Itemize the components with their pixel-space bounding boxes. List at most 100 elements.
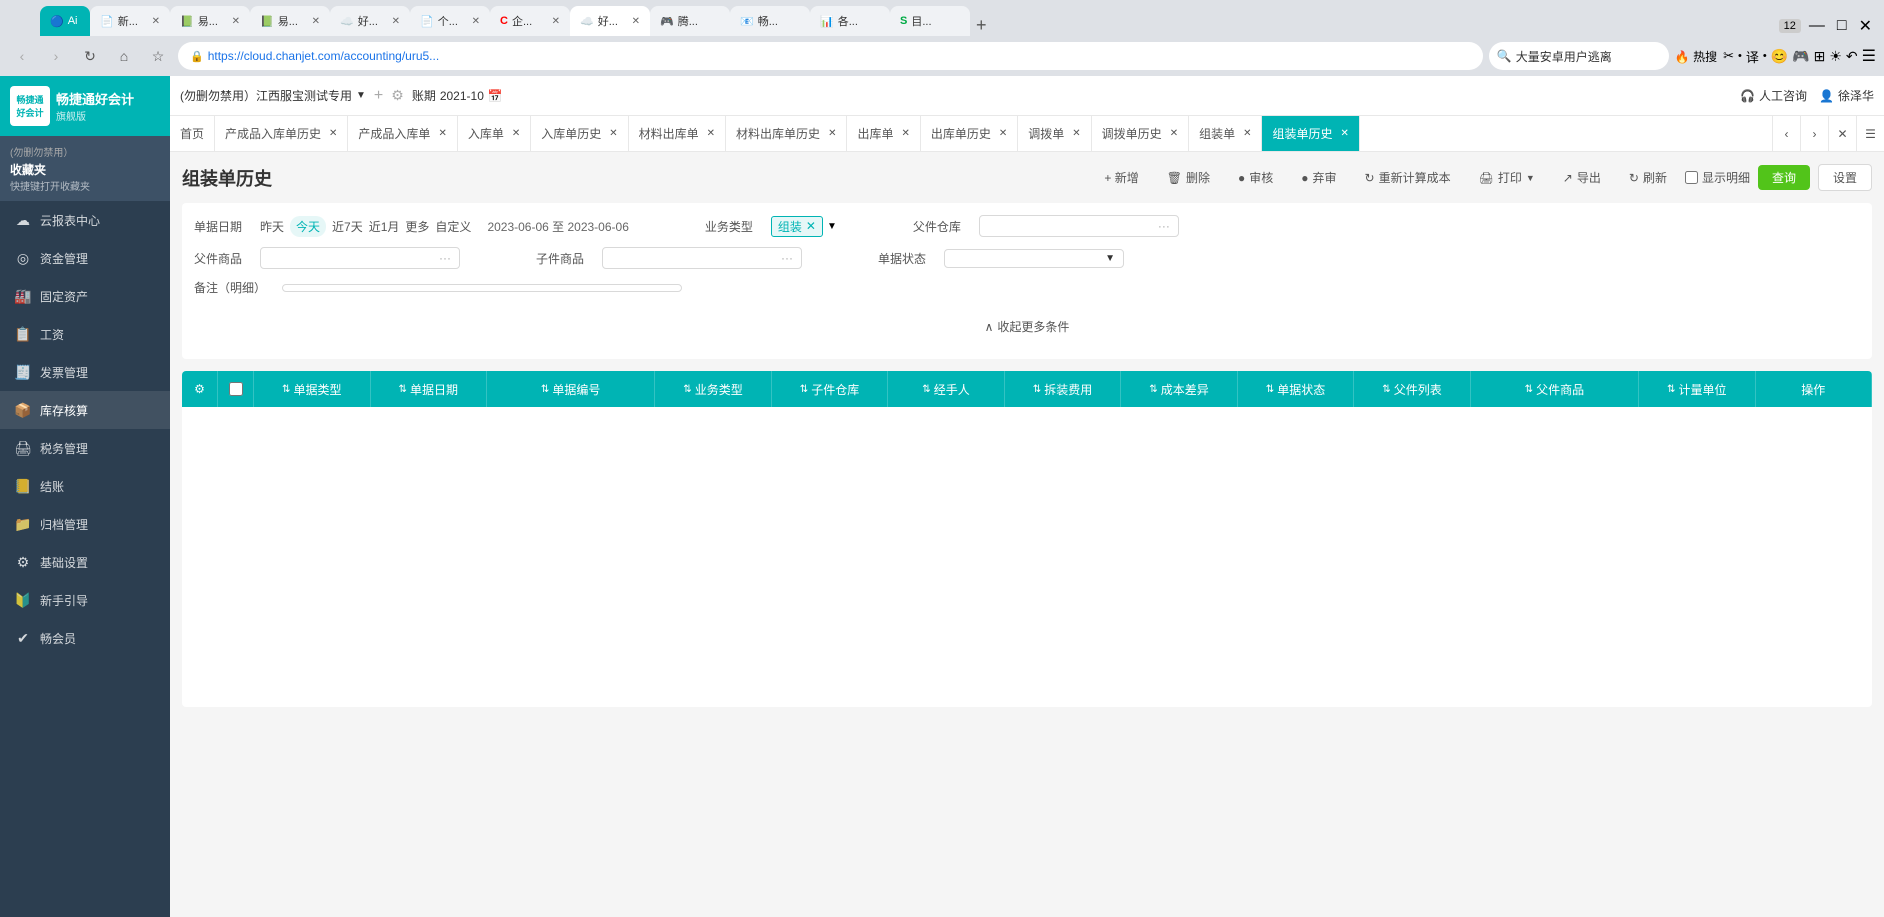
show-detail-checkbox[interactable]: 显示明细 (1685, 169, 1750, 186)
company-selector[interactable]: (勿删勿禁用）江西服宝测试专用 ▼ (180, 87, 366, 104)
th-order-date[interactable]: ⇅ 单据日期 (371, 371, 488, 407)
sidebar-item-inventory[interactable]: 📦 库存核算 (0, 391, 170, 429)
parent-warehouse-input[interactable]: ··· (979, 215, 1179, 237)
bookmark-button[interactable]: ☆ (144, 42, 172, 70)
browser-maximize-icon[interactable]: □ (1833, 17, 1851, 35)
undo-icon[interactable]: ↶ (1846, 48, 1858, 65)
nav-tab-in[interactable]: 入库单 ✕ (458, 116, 531, 152)
nav-tab-production-in[interactable]: 产成品入库单 ✕ (348, 116, 457, 152)
game-icon[interactable]: 🎮 (1792, 48, 1809, 65)
add-company-button[interactable]: + (374, 87, 383, 105)
collapse-button[interactable]: ∧ 收起更多条件 (985, 312, 1070, 341)
nav-tabs-close-btn[interactable]: ✕ (1828, 116, 1856, 152)
select-all-checkbox[interactable] (229, 382, 243, 396)
nav-tab-assemble[interactable]: 组装单 ✕ (1189, 116, 1262, 152)
sidebar-item-salary[interactable]: 📋 工资 (0, 315, 170, 353)
nav-tab-transfer-history[interactable]: 调拨单历史 ✕ (1092, 116, 1189, 152)
business-type-dropdown-icon[interactable]: ▼ (827, 221, 837, 232)
browser-tab-2[interactable]: 📄 新... ✕ (90, 6, 170, 36)
search-bar[interactable]: 🔍 大量安卓用户逃离 (1489, 42, 1669, 70)
browser-close-icon[interactable]: ✕ (1855, 16, 1876, 36)
browser-tab-10[interactable]: 📧 畅... (730, 6, 810, 36)
order-status-input[interactable]: ▼ (944, 249, 1124, 268)
nav-tab-close[interactable]: ✕ (1170, 128, 1178, 139)
refresh-page-button[interactable]: ↻ 刷新 (1619, 165, 1677, 190)
nav-tab-close[interactable]: ✕ (329, 128, 337, 139)
sidebar-item-archive[interactable]: 📁 归档管理 (0, 505, 170, 543)
export-button[interactable]: ↗ 导出 (1553, 165, 1611, 190)
browser-tab-9[interactable]: 🎮 腾... (650, 6, 730, 36)
th-child-warehouse[interactable]: ⇅ 子件仓库 (772, 371, 889, 407)
user-info[interactable]: 👤 徐泽华 (1819, 87, 1874, 104)
more-icon[interactable]: ··· (1158, 219, 1170, 233)
sidebar-item-invoice[interactable]: 🧾 发票管理 (0, 353, 170, 391)
address-input[interactable]: 🔒 https://cloud.chanjet.com/accounting/u… (178, 42, 1483, 70)
nav-tab-close[interactable]: ✕ (828, 128, 836, 139)
emoji-icon[interactable]: 😊 (1771, 48, 1788, 65)
browser-tab-7[interactable]: C 企... ✕ (490, 6, 570, 36)
th-checkbox[interactable] (218, 371, 254, 407)
date-shortcut-more[interactable]: 更多 (405, 218, 429, 235)
settings-gear-icon[interactable]: ⚙ (391, 87, 404, 104)
nav-tab-assemble-history[interactable]: 组装单历史 ✕ (1262, 116, 1359, 152)
nav-tab-close[interactable]: ✕ (1243, 128, 1251, 139)
child-goods-input[interactable]: ··· (602, 247, 802, 269)
nav-tab-out-history[interactable]: 出库单历史 ✕ (921, 116, 1018, 152)
sidebar-item-basic-settings[interactable]: ⚙ 基础设置 (0, 543, 170, 581)
sidebar-item-fixed-assets[interactable]: 🏭 固定资产 (0, 277, 170, 315)
menu-icon[interactable]: ☰ (1862, 46, 1876, 66)
th-parent-goods[interactable]: ⇅ 父件商品 (1471, 371, 1639, 407)
sun-icon[interactable]: ☀ (1829, 48, 1842, 65)
sidebar-item-fund[interactable]: ◎ 资金管理 (0, 239, 170, 277)
sidebar-item-tax[interactable]: 🖨 税务管理 (0, 429, 170, 467)
nav-tab-material-out[interactable]: 材料出库单 ✕ (629, 116, 726, 152)
th-unit[interactable]: ⇅ 计量单位 (1639, 371, 1756, 407)
nav-tabs-menu-btn[interactable]: ☰ (1856, 116, 1884, 152)
nav-tab-in-history[interactable]: 入库单历史 ✕ (531, 116, 628, 152)
print-button[interactable]: 🖨 打印 ▼ (1469, 165, 1545, 190)
nav-tab-production-in-history[interactable]: 产成品入库单历史 ✕ (215, 116, 348, 152)
nav-tabs-left-btn[interactable]: ‹ (1772, 116, 1800, 152)
th-cost-diff[interactable]: ⇅ 成本差异 (1121, 371, 1238, 407)
th-business-type[interactable]: ⇅ 业务类型 (655, 371, 772, 407)
nav-tab-close[interactable]: ✕ (512, 128, 520, 139)
date-shortcut-yesterday[interactable]: 昨天 (260, 218, 284, 235)
business-type-close[interactable]: ✕ (806, 219, 816, 233)
nav-tab-close[interactable]: ✕ (609, 128, 617, 139)
browser-tab-6[interactable]: 📄 个... ✕ (410, 6, 490, 36)
period-selector[interactable]: 账期 2021-10 📅 (412, 87, 503, 104)
query-button[interactable]: 查询 (1758, 165, 1810, 190)
order-status-dropdown-icon[interactable]: ▼ (1105, 253, 1115, 264)
abandon-button[interactable]: ● 弃审 (1291, 165, 1346, 190)
new-button[interactable]: + 新增 (1094, 165, 1148, 190)
forward-button[interactable]: › (42, 42, 70, 70)
browser-tab-1[interactable]: 🔵 Ai (40, 6, 90, 36)
nav-tab-transfer[interactable]: 调拨单 ✕ (1018, 116, 1091, 152)
nav-tab-close[interactable]: ✕ (901, 128, 909, 139)
sidebar-item-settlement[interactable]: 📒 结账 (0, 467, 170, 505)
th-disassembly-cost[interactable]: ⇅ 拆装费用 (1005, 371, 1122, 407)
browser-tab-11[interactable]: 📊 各... (810, 6, 890, 36)
show-detail-input[interactable] (1685, 171, 1698, 184)
sidebar-item-membership[interactable]: ✔ 畅会员 (0, 619, 170, 657)
translate-icon[interactable]: 译 (1746, 47, 1759, 66)
parent-goods-input[interactable]: ··· (260, 247, 460, 269)
sidebar-favorites[interactable]: (勿删勿禁用） 收藏夹 快捷键打开收藏夹 (0, 136, 170, 201)
service-button[interactable]: 🎧 人工咨询 (1740, 87, 1807, 104)
delete-button[interactable]: 🗑 删除 (1157, 165, 1220, 190)
nav-tab-close[interactable]: ✕ (707, 128, 715, 139)
hot-search-label[interactable]: 🔥 热搜 (1675, 48, 1717, 65)
nav-tab-close[interactable]: ✕ (1072, 128, 1080, 139)
sidebar-item-cloud-report[interactable]: ☁ 云报表中心 (0, 201, 170, 239)
nav-tab-close[interactable]: ✕ (1341, 128, 1349, 139)
child-goods-more-icon[interactable]: ··· (781, 251, 793, 265)
nav-tab-close[interactable]: ✕ (438, 128, 446, 139)
th-parent-list[interactable]: ⇅ 父件列表 (1354, 371, 1471, 407)
browser-tab-5[interactable]: ☁️ 好... ✕ (330, 6, 410, 36)
scissors-icon[interactable]: ✂ (1723, 48, 1734, 64)
th-order-type[interactable]: ⇅ 单据类型 (254, 371, 371, 407)
th-handler[interactable]: ⇅ 经手人 (888, 371, 1005, 407)
grid-icon[interactable]: ⊞ (1814, 48, 1826, 65)
audit-button[interactable]: ● 审核 (1228, 165, 1283, 190)
browser-tab-4[interactable]: 📗 易... ✕ (250, 6, 330, 36)
